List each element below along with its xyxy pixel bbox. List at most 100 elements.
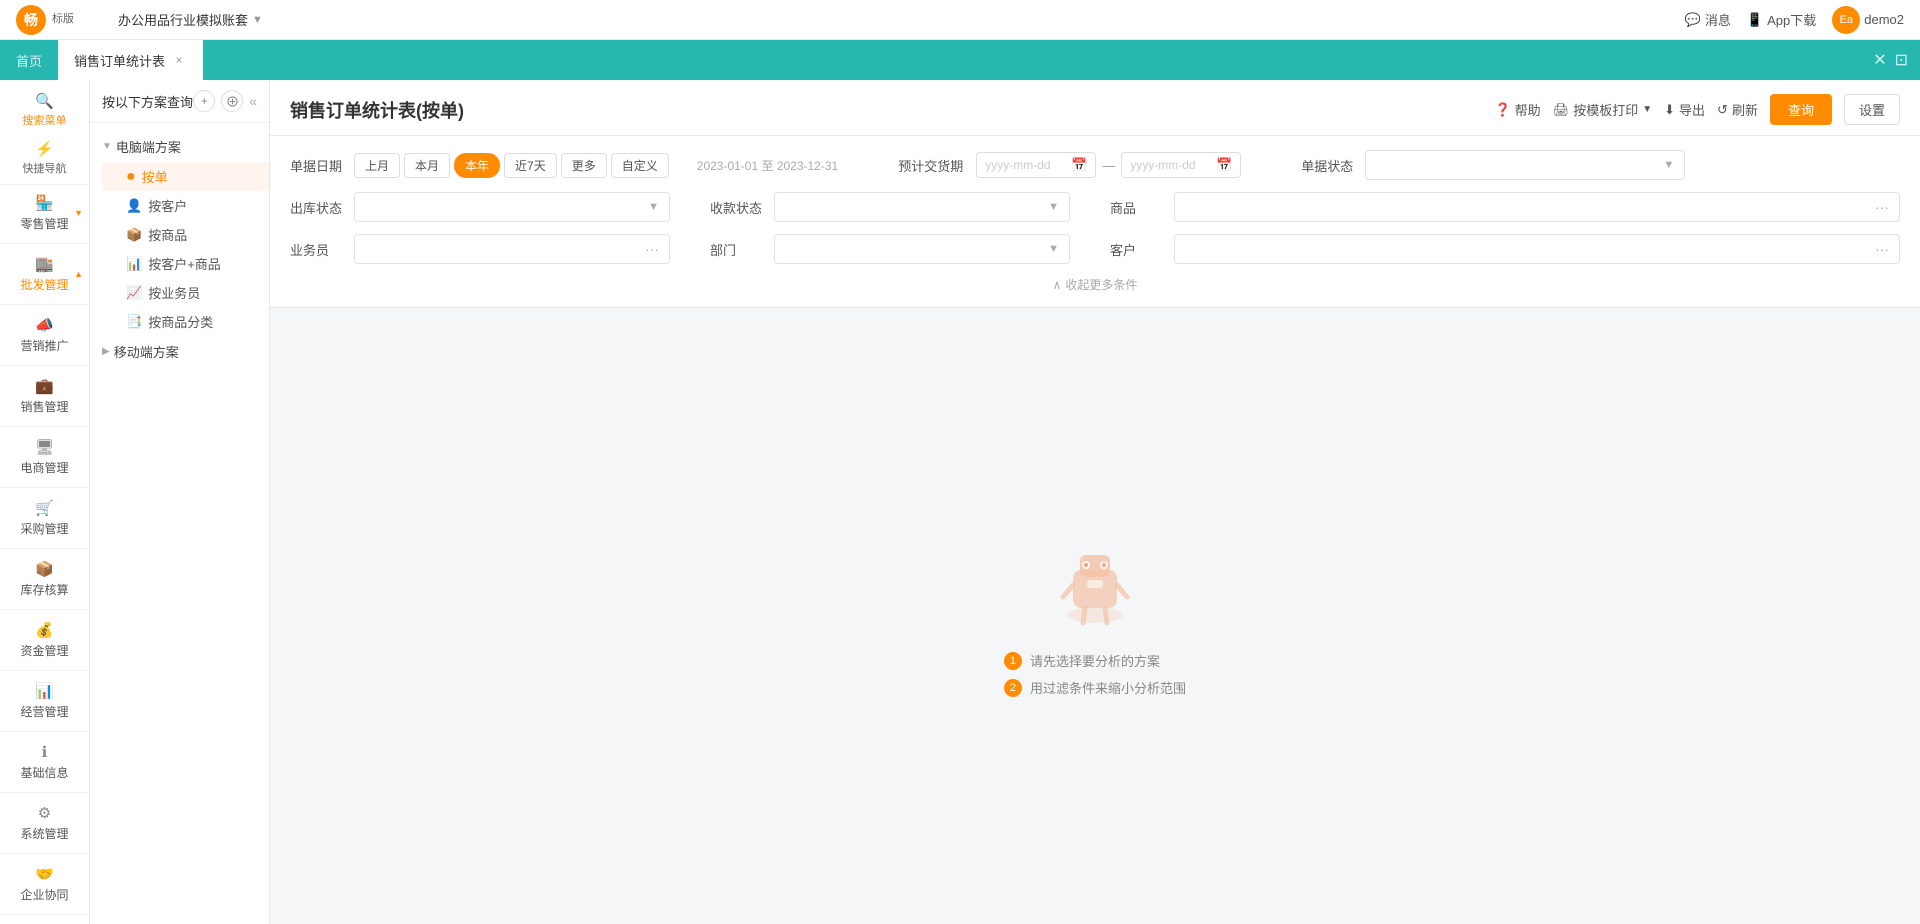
ecommerce-icon: 🖥 (35, 438, 54, 456)
sidebar-item-ecommerce[interactable]: 🖥 电商管理 (0, 429, 89, 485)
query-button[interactable]: 查询 (1770, 94, 1832, 125)
edit-plan-button[interactable] (221, 90, 243, 112)
refresh-button[interactable]: ↺ 刷新 (1717, 100, 1758, 119)
left-panel: 按以下方案查询 + « ▼ 电脑端方案 ● 按单 👤 (90, 80, 270, 924)
plan-by-salesperson[interactable]: 📈 按业务员 (102, 278, 269, 307)
tab-sales-order-stats[interactable]: 销售订单统计表 × (58, 40, 203, 80)
settings-button[interactable]: 设置 (1844, 94, 1900, 125)
sidebar-item-operation[interactable]: 📊 经营管理 (0, 673, 89, 729)
chevron-up-icon: ∧ (1053, 278, 1062, 292)
ship-status-select[interactable]: ▼ (354, 192, 670, 222)
help-icon: ❓ (1494, 102, 1510, 118)
bill-status-arrow-icon: ▼ (1663, 159, 1674, 171)
prev-month-btn[interactable]: 上月 (354, 153, 400, 178)
plan-by-category-label: 按商品分类 (148, 312, 213, 331)
filter-area: 单据日期 上月 本月 本年 近7天 更多 自定义 2023-01-01 至 20… (270, 136, 1920, 308)
mobile-plans-group[interactable]: ▶ 移动端方案 (90, 336, 269, 367)
sidebar-item-inventory-label: 库存核算 (20, 581, 68, 598)
customer-select[interactable]: ··· (1174, 234, 1900, 264)
pay-status-filter: 收款状态 ▼ (710, 192, 1070, 222)
message-button[interactable]: 💬 消息 (1685, 10, 1731, 29)
goods-label: 商品 (1110, 198, 1166, 217)
basic-icon: ℹ (42, 743, 48, 761)
sidebar-item-basic-label: 基础信息 (20, 764, 68, 781)
plan-by-customer-goods[interactable]: 📊 按客户+商品 (102, 249, 269, 278)
this-month-btn[interactable]: 本月 (404, 153, 450, 178)
sidebar-item-newbie[interactable]: 🌟 新手引导 (0, 917, 89, 924)
logo-area: 畅 标版 (16, 5, 106, 35)
plan-by-goods[interactable]: 📦 按商品 (102, 220, 269, 249)
sidebar-item-system[interactable]: ⚙ 系统管理 (0, 795, 89, 851)
app-download-button[interactable]: 📱 App下载 (1747, 10, 1816, 29)
pc-plans-label: 电脑端方案 (116, 137, 181, 156)
last7days-btn[interactable]: 近7天 (504, 153, 557, 178)
date-buttons: 上月 本月 本年 近7天 更多 自定义 (354, 153, 669, 178)
department-select[interactable]: ▼ (774, 234, 1070, 264)
goods-select[interactable]: ··· (1174, 192, 1900, 222)
left-panel-actions: + « (193, 90, 257, 112)
more-dates-btn[interactable]: 更多 (561, 153, 607, 178)
add-plan-button[interactable]: + (193, 90, 215, 112)
window-close-icon[interactable]: ✕ (1873, 50, 1886, 70)
sidebar-item-cooperation[interactable]: 🤝 企业协同 (0, 856, 89, 912)
plan-by-order[interactable]: ● 按单 (102, 162, 269, 191)
pay-status-select[interactable]: ▼ (774, 192, 1070, 222)
sales-icon: 💼 (35, 377, 54, 395)
sidebar-item-sales[interactable]: 💼 销售管理 (0, 368, 89, 424)
tab-close-button[interactable]: × (171, 52, 187, 68)
sidebar-item-purchase[interactable]: 🛒 采购管理 (0, 490, 89, 546)
tab-bar: 首页 销售订单统计表 × ✕ ⊡ (0, 40, 1920, 80)
window-maximize-icon[interactable]: ⊡ (1895, 50, 1908, 70)
plan-by-category[interactable]: 📑 按商品分类 (102, 307, 269, 336)
goods-dots-icon: ··· (1875, 199, 1889, 215)
bill-status-filter: 单据状态 ▼ (1301, 150, 1900, 180)
workspace-chevron-icon: ▼ (252, 14, 263, 26)
expected-date-start[interactable]: yyyy-mm-dd 📅 (976, 152, 1096, 178)
sidebar-item-retail[interactable]: 🏪 零售管理 ▼ (0, 185, 89, 241)
plan-by-salesperson-label: 按业务员 (148, 283, 200, 302)
search-icon: 🔍 (35, 92, 54, 110)
workspace-selector[interactable]: 办公用品行业模拟账套 ▼ (118, 10, 1673, 29)
customer-dots-icon: ··· (1875, 241, 1889, 257)
plan-by-customer-icon: 👤 (126, 198, 142, 214)
sidebar-item-basic[interactable]: ℹ 基础信息 (0, 734, 89, 790)
help-button[interactable]: ❓ 帮助 (1494, 100, 1540, 119)
empty-tip-2: 2 用过滤条件来缩小分析范围 (1004, 678, 1186, 697)
inventory-icon: 📦 (35, 560, 54, 578)
ship-status-filter: 出库状态 ▼ (290, 192, 670, 222)
tab-home[interactable]: 首页 (0, 40, 58, 80)
sidebar-item-wholesale[interactable]: 🏬 批发管理 ▲ (0, 246, 89, 302)
bill-status-select[interactable]: ▼ (1365, 150, 1685, 180)
salesperson-label: 业务员 (290, 240, 346, 259)
tab-bar-actions: ✕ ⊡ (1861, 50, 1920, 70)
sidebar-item-marketing[interactable]: 📣 营销推广 (0, 307, 89, 363)
custom-date-btn[interactable]: 自定义 (611, 153, 669, 178)
tip-num-1: 1 (1004, 652, 1022, 670)
plan-by-customer[interactable]: 👤 按客户 (102, 191, 269, 220)
sidebar-nav-section: 🏪 零售管理 ▼ 🏬 批发管理 ▲ 📣 营销推广 💼 销售管理 (0, 185, 89, 924)
user-menu[interactable]: Ea demo2 (1832, 6, 1904, 34)
pc-plans-children: ● 按单 👤 按客户 📦 按商品 📊 按客户+商品 📈 按业务员 (90, 162, 269, 336)
pc-plans-group[interactable]: ▼ 电脑端方案 (90, 131, 269, 162)
date-filter: 单据日期 上月 本月 本年 近7天 更多 自定义 (290, 153, 669, 178)
app-icon: 📱 (1747, 12, 1763, 28)
export-button[interactable]: ⬇ 导出 (1664, 100, 1705, 119)
expected-date-end[interactable]: yyyy-mm-dd 📅 (1121, 152, 1241, 178)
sidebar-item-wholesale-label: 批发管理 (20, 276, 68, 293)
sidebar-search-button[interactable]: 🔍 搜索菜单 (0, 86, 89, 134)
sidebar-quicknav-button[interactable]: ⚡ 快捷导航 (0, 134, 89, 182)
brand-label: 标版 (52, 13, 74, 26)
sidebar-item-finance[interactable]: 💰 资金管理 (0, 612, 89, 668)
message-icon: 💬 (1685, 12, 1701, 28)
print-button[interactable]: 🖨 按模板打印 ▼ (1553, 100, 1652, 119)
salesperson-dots-icon: ··· (645, 241, 659, 257)
sidebar-item-inventory[interactable]: 📦 库存核算 (0, 551, 89, 607)
panel-collapse-button[interactable]: « (249, 93, 257, 109)
collapse-filters-button[interactable]: ∧ 收起更多条件 (1053, 276, 1138, 293)
salesperson-select[interactable]: ··· (354, 234, 670, 264)
print-icon: 🖨 (1553, 102, 1570, 118)
purchase-icon: 🛒 (35, 499, 54, 517)
this-year-btn[interactable]: 本年 (454, 153, 500, 178)
sidebar-item-cooperation-label: 企业协同 (20, 886, 68, 903)
plan-by-category-icon: 📑 (126, 314, 142, 330)
